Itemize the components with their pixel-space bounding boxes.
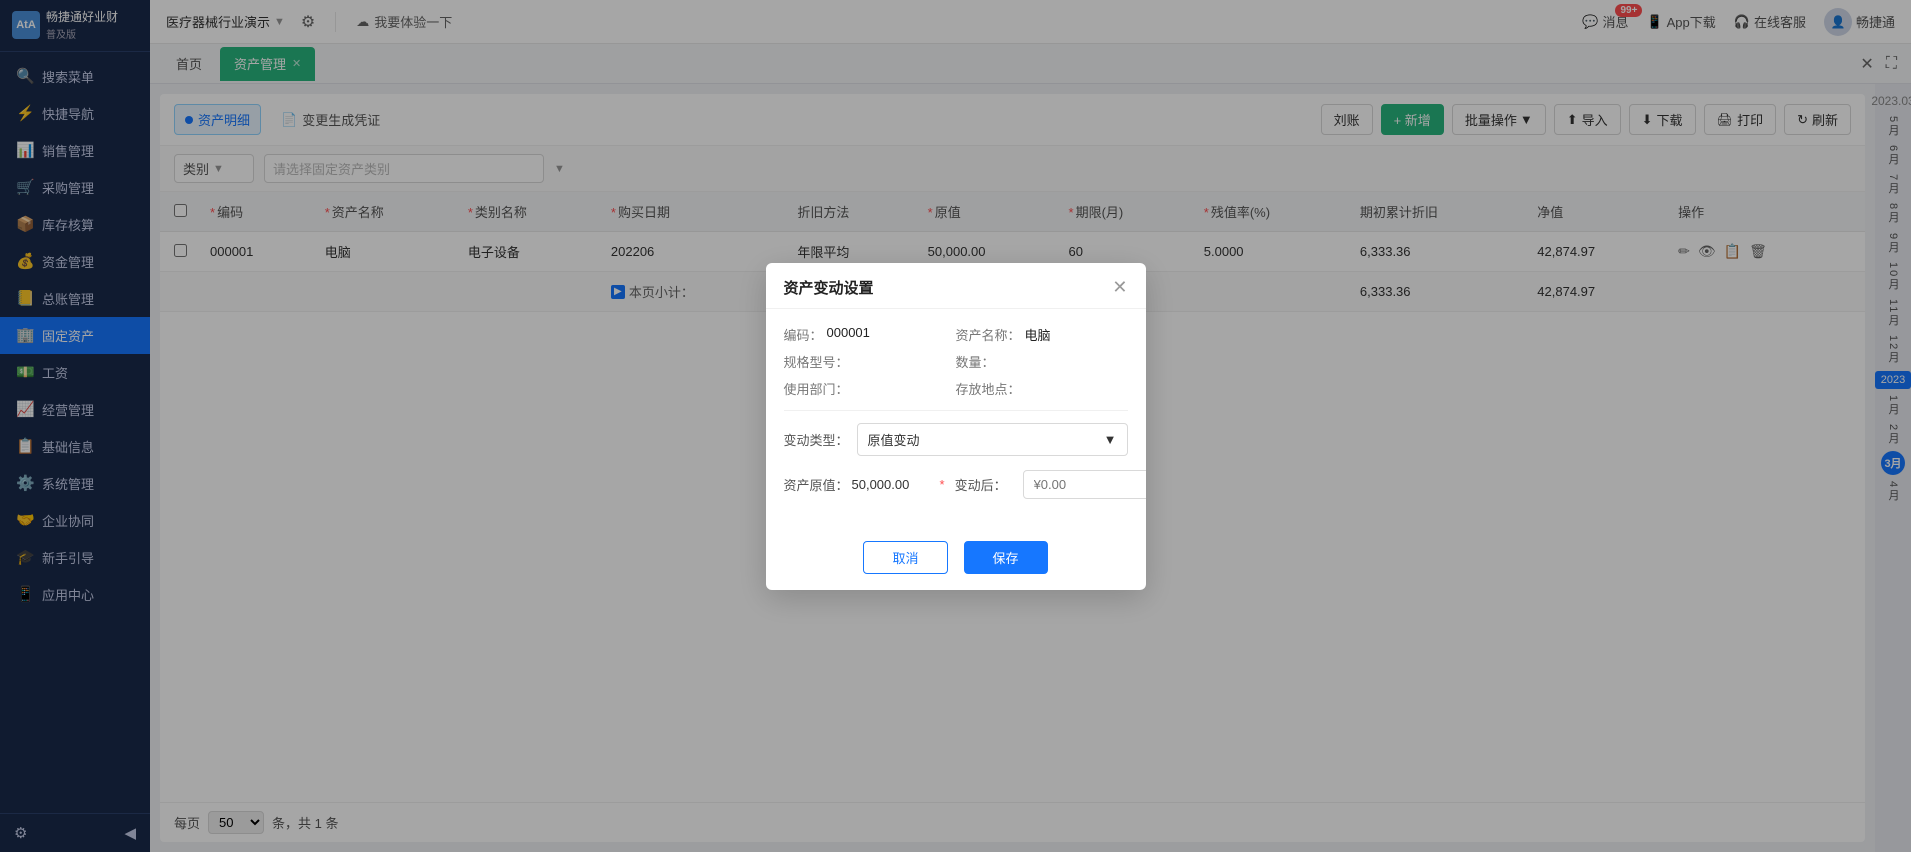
dept-label: 使用部门： (784, 379, 849, 398)
dialog-info-row-1: 编码： 000001 资产名称： 电脑 (784, 325, 1128, 344)
dialog-header: 资产变动设置 ✕ (766, 263, 1146, 309)
dialog-title: 资产变动设置 (784, 277, 874, 298)
dialog-asset-name-item: 资产名称： 电脑 (956, 325, 1128, 344)
cancel-button[interactable]: 取消 (863, 541, 947, 574)
change-type-value: 原值变动 (868, 430, 920, 449)
asset-value-label: 资产原值： (784, 475, 844, 494)
dialog-info-row-3: 使用部门： 存放地点： (784, 379, 1128, 398)
dialog-overlay[interactable]: 资产变动设置 ✕ 编码： 000001 资产名称： 电脑 规格型号： (0, 0, 1911, 852)
location-label: 存放地点： (956, 379, 1021, 398)
after-change-required-star: * (940, 477, 945, 492)
dialog-spec-item: 规格型号： (784, 352, 956, 371)
after-change-label: 变动后： (955, 475, 1015, 494)
dialog-location-item: 存放地点： (956, 379, 1128, 398)
asset-name-label: 资产名称： (956, 325, 1021, 344)
spec-label: 规格型号： (784, 352, 849, 371)
asset-name-value: 电脑 (1025, 325, 1051, 344)
dialog-info-row-2: 规格型号： 数量： (784, 352, 1128, 371)
asset-value-row: 资产原值： 50,000.00 * 变动后： (784, 470, 1128, 499)
change-type-label: 变动类型： (784, 430, 849, 449)
quantity-label: 数量： (956, 352, 995, 371)
dialog-divider (784, 410, 1128, 411)
code-value: 000001 (827, 325, 870, 344)
dialog-quantity-item: 数量： (956, 352, 1128, 371)
dialog-body: 编码： 000001 资产名称： 电脑 规格型号： 数量： (766, 309, 1146, 529)
after-change-input[interactable] (1023, 470, 1146, 499)
change-type-chevron-icon: ▼ (1104, 432, 1117, 447)
dialog-close-icon[interactable]: ✕ (1112, 278, 1127, 296)
change-type-row: 变动类型： 原值变动 ▼ (784, 423, 1128, 456)
asset-value-value: 50,000.00 (852, 477, 932, 492)
change-type-select[interactable]: 原值变动 ▼ (857, 423, 1128, 456)
save-button[interactable]: 保存 (964, 541, 1048, 574)
asset-change-dialog: 资产变动设置 ✕ 编码： 000001 资产名称： 电脑 规格型号： (766, 263, 1146, 590)
dialog-dept-item: 使用部门： (784, 379, 956, 398)
code-label: 编码： (784, 325, 823, 344)
dialog-footer: 取消 保存 (766, 529, 1146, 590)
dialog-code-item: 编码： 000001 (784, 325, 956, 344)
